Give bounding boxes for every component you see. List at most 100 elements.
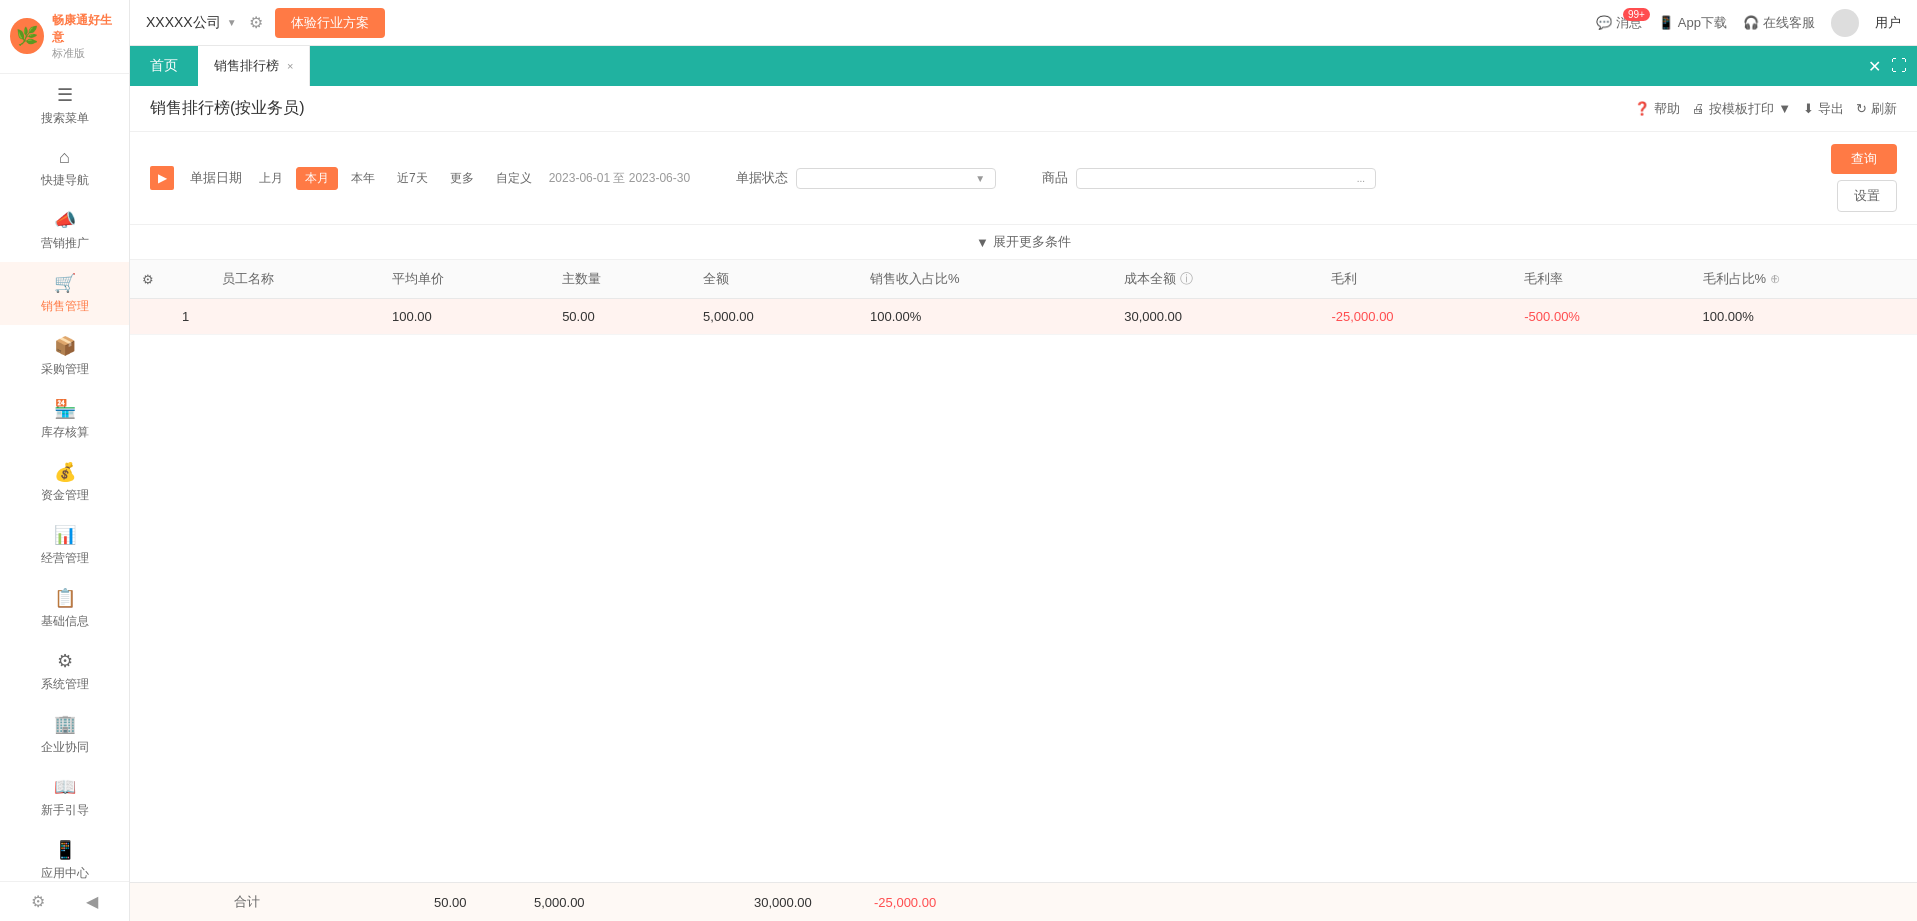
base-info-icon: 📋 — [54, 587, 76, 609]
sidebar-item-app-center[interactable]: 📱 应用中心 — [0, 829, 129, 881]
date-btn-more[interactable]: 更多 — [441, 167, 483, 190]
sidebar-item-inventory[interactable]: 🏪 库存核算 — [0, 388, 129, 451]
trial-button[interactable]: 体验行业方案 — [275, 8, 385, 38]
sidebar-item-enterprise[interactable]: 🏢 企业协同 — [0, 703, 129, 766]
print-icon: 🖨 — [1692, 101, 1705, 116]
table-head: ⚙ 员工名称 平均单价 主数量 全额 销售收入占比% 成本全额 ⓘ 毛利 毛利率 — [130, 260, 1917, 299]
sidebar-item-operation[interactable]: 📊 经营管理 — [0, 514, 129, 577]
expand-bar: ▼ 展开更多条件 — [130, 225, 1917, 260]
footer-qty: 50.00 — [422, 895, 522, 910]
online-service-button[interactable]: 🎧 在线客服 — [1743, 14, 1815, 32]
tab-sales-ranking[interactable]: 销售排行榜 × — [198, 46, 310, 86]
footer-amount: 5,000.00 — [522, 895, 622, 910]
sidebar-item-finance[interactable]: 💰 资金管理 — [0, 451, 129, 514]
brand-name: 畅康通好生意 — [52, 12, 119, 46]
footer-cost: 30,000.00 — [742, 895, 862, 910]
tab-home[interactable]: 首页 — [130, 46, 198, 86]
filter-toggle-icon: ▶ — [158, 171, 167, 185]
sidebar-nav: ☰ 搜索菜单 ⌂ 快捷导航 📣 营销推广 🛒 销售管理 📦 采购管理 🏪 库存核… — [0, 74, 129, 881]
tabbar-actions: ✕ ⛶ — [1858, 46, 1917, 86]
sidebar: 🌿 畅康通好生意 标准版 ☰ 搜索菜单 ⌂ 快捷导航 📣 营销推广 🛒 销售管理… — [0, 0, 130, 921]
message-icon: 💬 — [1596, 15, 1612, 30]
export-button[interactable]: ⬇ 导出 — [1803, 100, 1844, 118]
cost-info-icon[interactable]: ⓘ — [1180, 271, 1193, 286]
sidebar-item-marketing[interactable]: 📣 营销推广 — [0, 199, 129, 262]
expand-conditions-btn[interactable]: ▼ 展开更多条件 — [976, 233, 1071, 251]
date-filter-group: 单据日期 上月 本月 本年 近7天 更多 自定义 2023-06-01 至 20… — [190, 167, 690, 190]
status-select[interactable]: ▼ — [796, 168, 996, 189]
table-header-row: ⚙ 员工名称 平均单价 主数量 全额 销售收入占比% 成本全额 ⓘ 毛利 毛利率 — [130, 260, 1917, 299]
operation-icon: 📊 — [54, 524, 76, 546]
print-button[interactable]: 🖨 按模板打印 ▼ — [1692, 100, 1791, 118]
row-gross: -25,000.00 — [1319, 299, 1512, 335]
tabbar-expand-icon[interactable]: ⛶ — [1891, 57, 1907, 75]
date-btn-this-year[interactable]: 本年 — [342, 167, 384, 190]
query-button[interactable]: 查询 — [1831, 144, 1897, 174]
edition-label: 标准版 — [52, 46, 119, 61]
date-btn-7days[interactable]: 近7天 — [388, 167, 437, 190]
message-button[interactable]: 💬 消息 99+ — [1596, 14, 1642, 32]
app-icon: 📱 — [1658, 15, 1674, 30]
refresh-icon: ↻ — [1856, 101, 1867, 116]
row-gross-rate: -500.00% — [1512, 299, 1690, 335]
help-button[interactable]: ❓ 帮助 — [1634, 100, 1680, 118]
enterprise-label: 企业协同 — [41, 739, 89, 756]
avatar[interactable] — [1831, 9, 1859, 37]
help-icon: ❓ — [1634, 101, 1650, 116]
table-row: 1 100.00 50.00 5,000.00 100.00% 30,000.0… — [130, 299, 1917, 335]
company-selector[interactable]: XXXXX公司 ▼ — [146, 14, 237, 32]
sidebar-item-base-info[interactable]: 📋 基础信息 — [0, 577, 129, 640]
date-btn-this-month[interactable]: 本月 — [296, 167, 338, 190]
sidebar-item-purchase[interactable]: 📦 采购管理 — [0, 325, 129, 388]
page-header: 销售排行榜(按业务员) ❓ 帮助 🖨 按模板打印 ▼ ⬇ 导出 ↻ 刷新 — [130, 86, 1917, 132]
username: 用户 — [1875, 14, 1901, 32]
finance-label: 资金管理 — [41, 487, 89, 504]
app-download-button[interactable]: 📱 App下载 — [1658, 14, 1727, 32]
operation-label: 经营管理 — [41, 550, 89, 567]
export-icon: ⬇ — [1803, 101, 1814, 116]
date-btn-last-month[interactable]: 上月 — [250, 167, 292, 190]
date-btn-custom[interactable]: 自定义 — [487, 167, 541, 190]
topbar: XXXXX公司 ▼ ⚙ 体验行业方案 💬 消息 99+ 📱 App下载 🎧 在线… — [130, 0, 1917, 46]
date-buttons: 上月 本月 本年 近7天 更多 自定义 2023-06-01 至 2023-06… — [250, 167, 690, 190]
expand-icon: ▼ — [976, 235, 989, 250]
marketing-icon: 📣 — [54, 209, 76, 231]
content-area: 销售排行榜(按业务员) ❓ 帮助 🖨 按模板打印 ▼ ⬇ 导出 ↻ 刷新 — [130, 86, 1917, 921]
col-cost: 成本全额 ⓘ — [1112, 260, 1319, 299]
sidebar-item-sales[interactable]: 🛒 销售管理 — [0, 262, 129, 325]
enterprise-icon: 🏢 — [54, 713, 76, 735]
main-content: XXXXX公司 ▼ ⚙ 体验行业方案 💬 消息 99+ 📱 App下载 🎧 在线… — [130, 0, 1917, 921]
topbar-settings-icon[interactable]: ⚙ — [249, 13, 263, 32]
search-order-icon: ☰ — [57, 84, 73, 106]
goods-select[interactable]: ... — [1076, 168, 1376, 189]
guide-icon: 📖 — [54, 776, 76, 798]
refresh-button[interactable]: ↻ 刷新 — [1856, 100, 1897, 118]
sidebar-item-guide[interactable]: 📖 新手引导 — [0, 766, 129, 829]
sidebar-settings-icon[interactable]: ⚙ — [31, 892, 45, 911]
status-dropdown-icon: ▼ — [975, 173, 985, 184]
gross-pct-info-icon[interactable]: ⊕ — [1770, 271, 1780, 286]
col-settings[interactable]: ⚙ — [130, 260, 170, 299]
footer-gross: -25,000.00 — [862, 895, 948, 910]
sidebar-item-search-order[interactable]: ☰ 搜索菜单 — [0, 74, 129, 137]
logo-icon: 🌿 — [10, 18, 44, 54]
row-cost: 30,000.00 — [1112, 299, 1319, 335]
sidebar-item-system[interactable]: ⚙ 系统管理 — [0, 640, 129, 703]
page-actions: ❓ 帮助 🖨 按模板打印 ▼ ⬇ 导出 ↻ 刷新 — [1634, 100, 1897, 118]
goods-filter-label: 商品 — [1042, 169, 1068, 187]
col-gross: 毛利 — [1319, 260, 1512, 299]
marketing-label: 营销推广 — [41, 235, 89, 252]
quick-nav-icon: ⌂ — [59, 147, 70, 168]
settings-button[interactable]: 设置 — [1837, 180, 1897, 212]
date-range-display: 2023-06-01 至 2023-06-30 — [549, 170, 690, 187]
sidebar-collapse-icon[interactable]: ◀ — [86, 892, 98, 911]
refresh-label: 刷新 — [1871, 100, 1897, 118]
col-employee: 员工名称 — [210, 260, 380, 299]
sidebar-footer: ⚙ ◀ — [0, 881, 129, 921]
logo-text: 畅康通好生意 标准版 — [52, 12, 119, 61]
tab-close-icon[interactable]: × — [287, 60, 293, 72]
sidebar-item-quick-nav[interactable]: ⌂ 快捷导航 — [0, 137, 129, 199]
tabbar-close-icon[interactable]: ✕ — [1868, 57, 1881, 76]
system-icon: ⚙ — [57, 650, 73, 672]
filter-toggle-btn[interactable]: ▶ — [150, 166, 174, 190]
